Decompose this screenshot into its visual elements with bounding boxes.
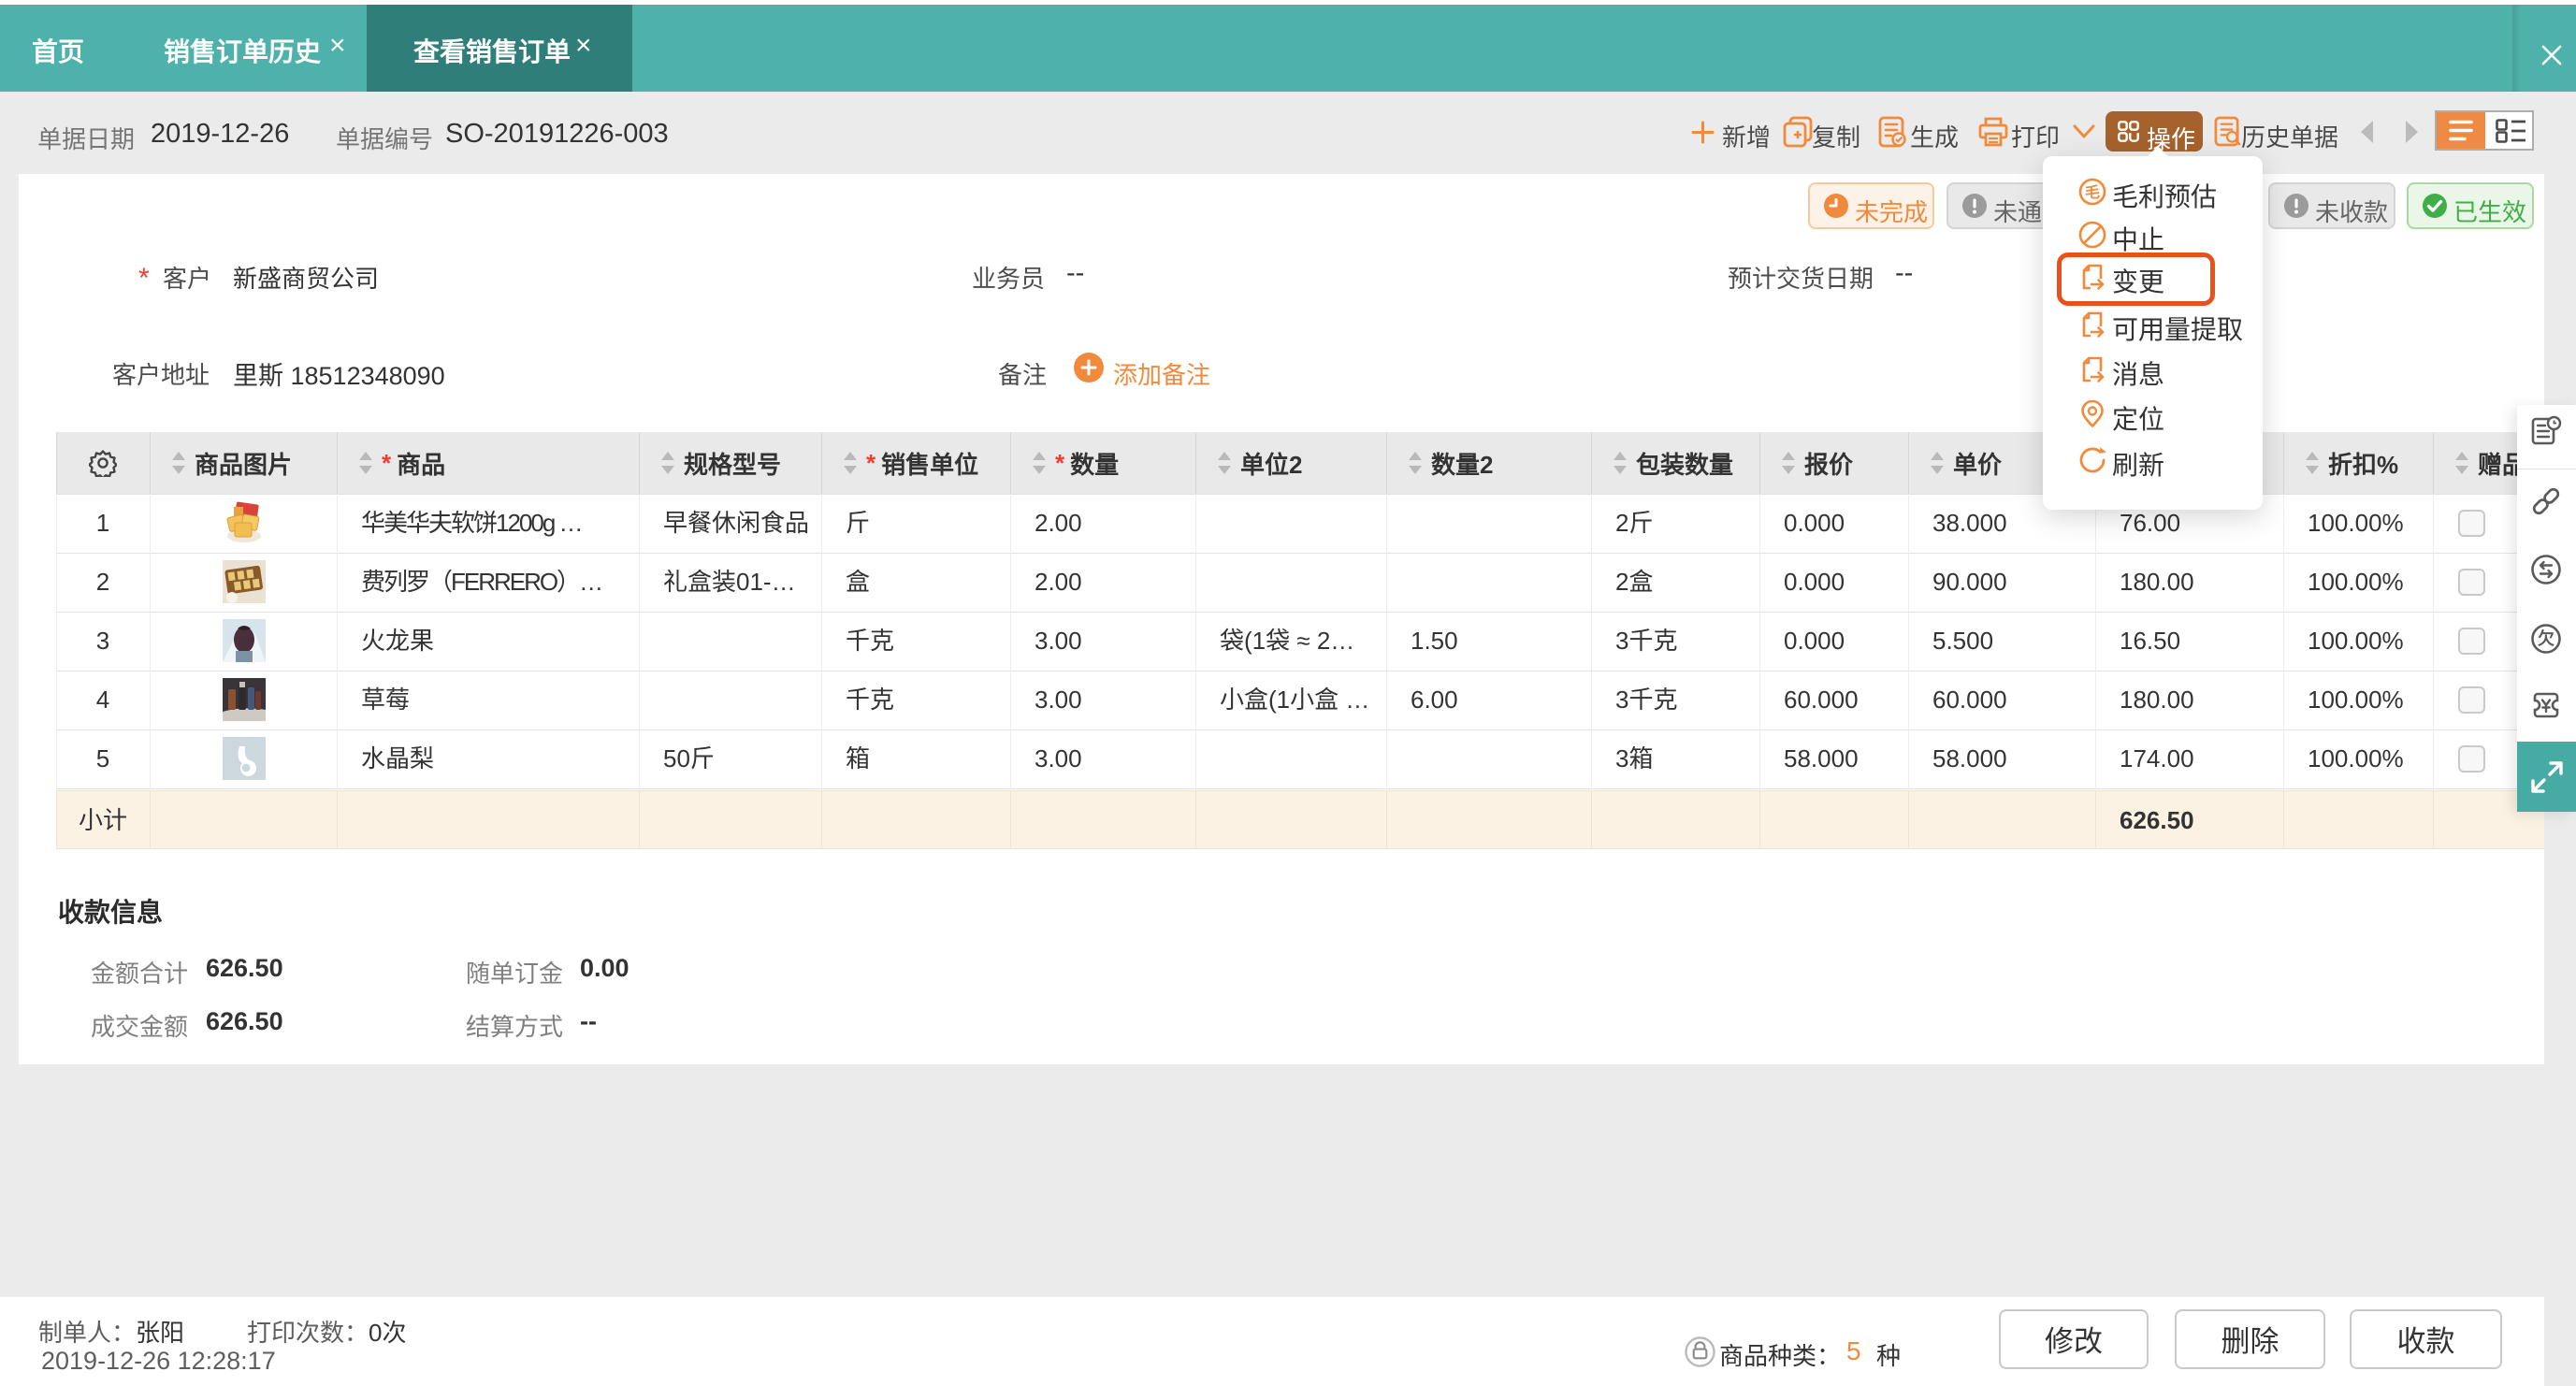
svg-text:毛: 毛 [2085,183,2100,201]
svg-text:欠: 欠 [2538,628,2554,648]
